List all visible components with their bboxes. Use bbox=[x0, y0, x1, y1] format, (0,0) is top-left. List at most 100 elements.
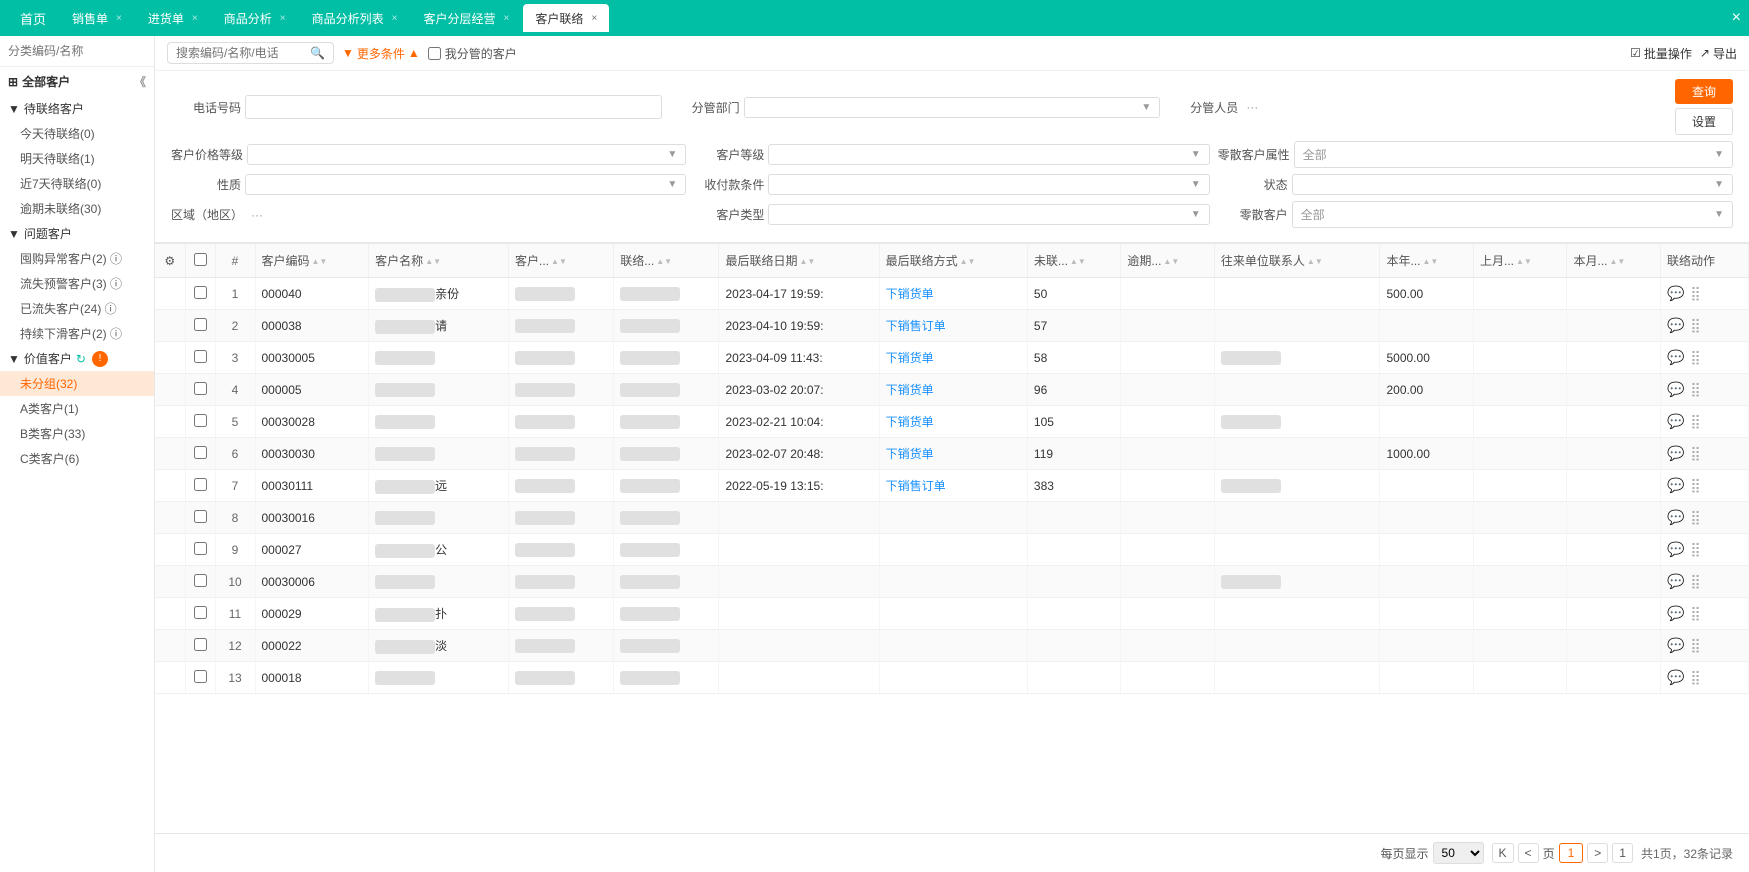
sidebar-section-problem[interactable]: ▼ 问题客户 bbox=[0, 221, 154, 246]
window-close-button[interactable]: × bbox=[1732, 9, 1741, 27]
row-checkbox[interactable] bbox=[194, 510, 207, 523]
contact-more-icon[interactable]: ⣿ bbox=[1690, 573, 1700, 590]
sidebar-section-pending[interactable]: ▼ 待联络客户 bbox=[0, 96, 154, 121]
row-checkbox[interactable] bbox=[194, 286, 207, 299]
retail-attr-select[interactable]: 全部 ▼ bbox=[1294, 141, 1733, 168]
batch-operate-button[interactable]: ☑ 批量操作 bbox=[1630, 45, 1692, 62]
sidebar-section-value[interactable]: ▼ 价值客户 ↻ ! bbox=[0, 346, 154, 371]
contact-way-link[interactable]: 下销货单 bbox=[886, 383, 934, 397]
tab-product-analysis-list[interactable]: 商品分析列表 × bbox=[300, 4, 410, 32]
tab-sales[interactable]: 销售单 × bbox=[60, 4, 134, 32]
contact-chat-icon[interactable]: 💬 bbox=[1667, 413, 1684, 430]
last-page-button[interactable]: 1 bbox=[1612, 843, 1633, 863]
sidebar-item-class-a[interactable]: A类客户(1) bbox=[0, 396, 154, 421]
sidebar-item-hoarding-abnormal[interactable]: 囤购异常客户(2) ⓘ bbox=[0, 246, 154, 271]
region-dots[interactable]: ··· bbox=[247, 208, 267, 222]
contact-chat-icon[interactable]: 💬 bbox=[1667, 509, 1684, 526]
nature-select[interactable]: ▼ bbox=[245, 174, 686, 195]
contact-chat-icon[interactable]: 💬 bbox=[1667, 573, 1684, 590]
nav-home[interactable]: 首页 bbox=[8, 9, 58, 28]
payment-select[interactable]: ▼ bbox=[768, 174, 1209, 195]
sidebar-item-overdue-contact[interactable]: 逾期未联络(30) bbox=[0, 196, 154, 221]
tab-customer-tier-close[interactable]: × bbox=[503, 13, 509, 24]
row-checkbox[interactable] bbox=[194, 638, 207, 651]
customer-level-select[interactable]: ▼ bbox=[768, 144, 1209, 165]
contact-chat-icon[interactable]: 💬 bbox=[1667, 445, 1684, 462]
row-checkbox[interactable] bbox=[194, 606, 207, 619]
contact-chat-icon[interactable]: 💬 bbox=[1667, 477, 1684, 494]
contact-more-icon[interactable]: ⣿ bbox=[1690, 669, 1700, 686]
prev-page-button[interactable]: < bbox=[1518, 843, 1539, 863]
contact-chat-icon[interactable]: 💬 bbox=[1667, 669, 1684, 686]
contact-way-link[interactable]: 下销货单 bbox=[886, 351, 934, 365]
status-select[interactable]: ▼ bbox=[1292, 174, 1733, 195]
contact-more-icon[interactable]: ⣿ bbox=[1690, 381, 1700, 398]
sidebar-item-churn-warning[interactable]: 流失预警客户(3) ⓘ bbox=[0, 271, 154, 296]
contact-more-icon[interactable]: ⣿ bbox=[1690, 541, 1700, 558]
reset-button[interactable]: 设置 bbox=[1675, 108, 1733, 135]
contact-more-icon[interactable]: ⣿ bbox=[1690, 477, 1700, 494]
sidebar-collapse-button[interactable]: 《 bbox=[134, 73, 146, 90]
phone-input[interactable] bbox=[245, 95, 662, 119]
contact-way-link[interactable]: 下销售订单 bbox=[886, 479, 946, 493]
sidebar-item-today-pending[interactable]: 今天待联络(0) bbox=[0, 121, 154, 146]
col-settings[interactable]: ⚙ bbox=[155, 244, 185, 278]
contact-chat-icon[interactable]: 💬 bbox=[1667, 317, 1684, 334]
row-checkbox[interactable] bbox=[194, 382, 207, 395]
contact-way-link[interactable]: 下销货单 bbox=[886, 447, 934, 461]
filter-search-icon[interactable]: 🔍 bbox=[310, 46, 325, 60]
contact-chat-icon[interactable]: 💬 bbox=[1667, 285, 1684, 302]
manager-dots[interactable]: ··· bbox=[1242, 100, 1262, 114]
contact-chat-icon[interactable]: 💬 bbox=[1667, 381, 1684, 398]
contact-more-icon[interactable]: ⣿ bbox=[1690, 509, 1700, 526]
sidebar-item-declining[interactable]: 持续下滑客户(2) ⓘ bbox=[0, 321, 154, 346]
contact-chat-icon[interactable]: 💬 bbox=[1667, 541, 1684, 558]
contact-more-icon[interactable]: ⣿ bbox=[1690, 445, 1700, 462]
first-page-button[interactable]: K bbox=[1492, 843, 1514, 863]
contact-way-link[interactable]: 下销货单 bbox=[886, 415, 934, 429]
sidebar-item-churned[interactable]: 已流失客户(24) ⓘ bbox=[0, 296, 154, 321]
contact-more-icon[interactable]: ⣿ bbox=[1690, 285, 1700, 302]
filter-search-box[interactable]: 🔍 bbox=[167, 42, 334, 64]
tab-purchase-close[interactable]: × bbox=[192, 13, 198, 24]
refresh-icon[interactable]: ↻ bbox=[76, 352, 86, 366]
tab-sales-close[interactable]: × bbox=[116, 13, 122, 24]
query-button[interactable]: 查询 bbox=[1675, 79, 1733, 104]
tab-customer-contact[interactable]: 客户联络 × bbox=[523, 4, 609, 32]
contact-more-icon[interactable]: ⣿ bbox=[1690, 413, 1700, 430]
contact-way-link[interactable]: 下销货单 bbox=[886, 287, 934, 301]
sidebar-item-class-b[interactable]: B类客户(33) bbox=[0, 421, 154, 446]
my-customers-check[interactable] bbox=[428, 47, 441, 60]
tab-product-analysis-list-close[interactable]: × bbox=[392, 13, 398, 24]
row-checkbox[interactable] bbox=[194, 670, 207, 683]
sidebar-item-ungrouped[interactable]: 未分组(32) bbox=[0, 371, 154, 396]
contact-more-icon[interactable]: ⣿ bbox=[1690, 605, 1700, 622]
tab-purchase[interactable]: 进货单 × bbox=[136, 4, 210, 32]
sidebar-item-7day-pending[interactable]: 近7天待联络(0) bbox=[0, 171, 154, 196]
row-checkbox[interactable] bbox=[194, 478, 207, 491]
tab-product-analysis-close[interactable]: × bbox=[280, 13, 286, 24]
settings-gear-icon[interactable]: ⚙ bbox=[164, 254, 175, 268]
tab-customer-contact-close[interactable]: × bbox=[591, 13, 597, 24]
my-customers-checkbox[interactable]: 我分管的客户 bbox=[428, 45, 517, 62]
row-checkbox[interactable] bbox=[194, 414, 207, 427]
row-checkbox[interactable] bbox=[194, 350, 207, 363]
tab-product-analysis[interactable]: 商品分析 × bbox=[212, 4, 298, 32]
sidebar-all-customers[interactable]: ⊞ 全部客户 《 bbox=[0, 67, 154, 96]
retail-customer-select[interactable]: 全部 ▼ bbox=[1292, 201, 1733, 228]
row-checkbox[interactable] bbox=[194, 574, 207, 587]
contact-more-icon[interactable]: ⣿ bbox=[1690, 637, 1700, 654]
tab-customer-tier[interactable]: 客户分层经营 × bbox=[411, 4, 521, 32]
sidebar-item-tomorrow-pending[interactable]: 明天待联络(1) bbox=[0, 146, 154, 171]
filter-search-input[interactable] bbox=[176, 46, 306, 60]
contact-way-link[interactable]: 下销售订单 bbox=[886, 319, 946, 333]
customer-type-select[interactable]: ▼ bbox=[768, 204, 1209, 225]
contact-chat-icon[interactable]: 💬 bbox=[1667, 637, 1684, 654]
sidebar-item-class-c[interactable]: C类客户(6) bbox=[0, 446, 154, 471]
filter-more-conditions[interactable]: ▼ 更多条件 ▲ bbox=[342, 45, 420, 62]
row-checkbox[interactable] bbox=[194, 446, 207, 459]
select-all-checkbox[interactable] bbox=[194, 253, 207, 266]
row-checkbox[interactable] bbox=[194, 542, 207, 555]
contact-chat-icon[interactable]: 💬 bbox=[1667, 605, 1684, 622]
department-select[interactable]: ▼ bbox=[744, 97, 1161, 118]
